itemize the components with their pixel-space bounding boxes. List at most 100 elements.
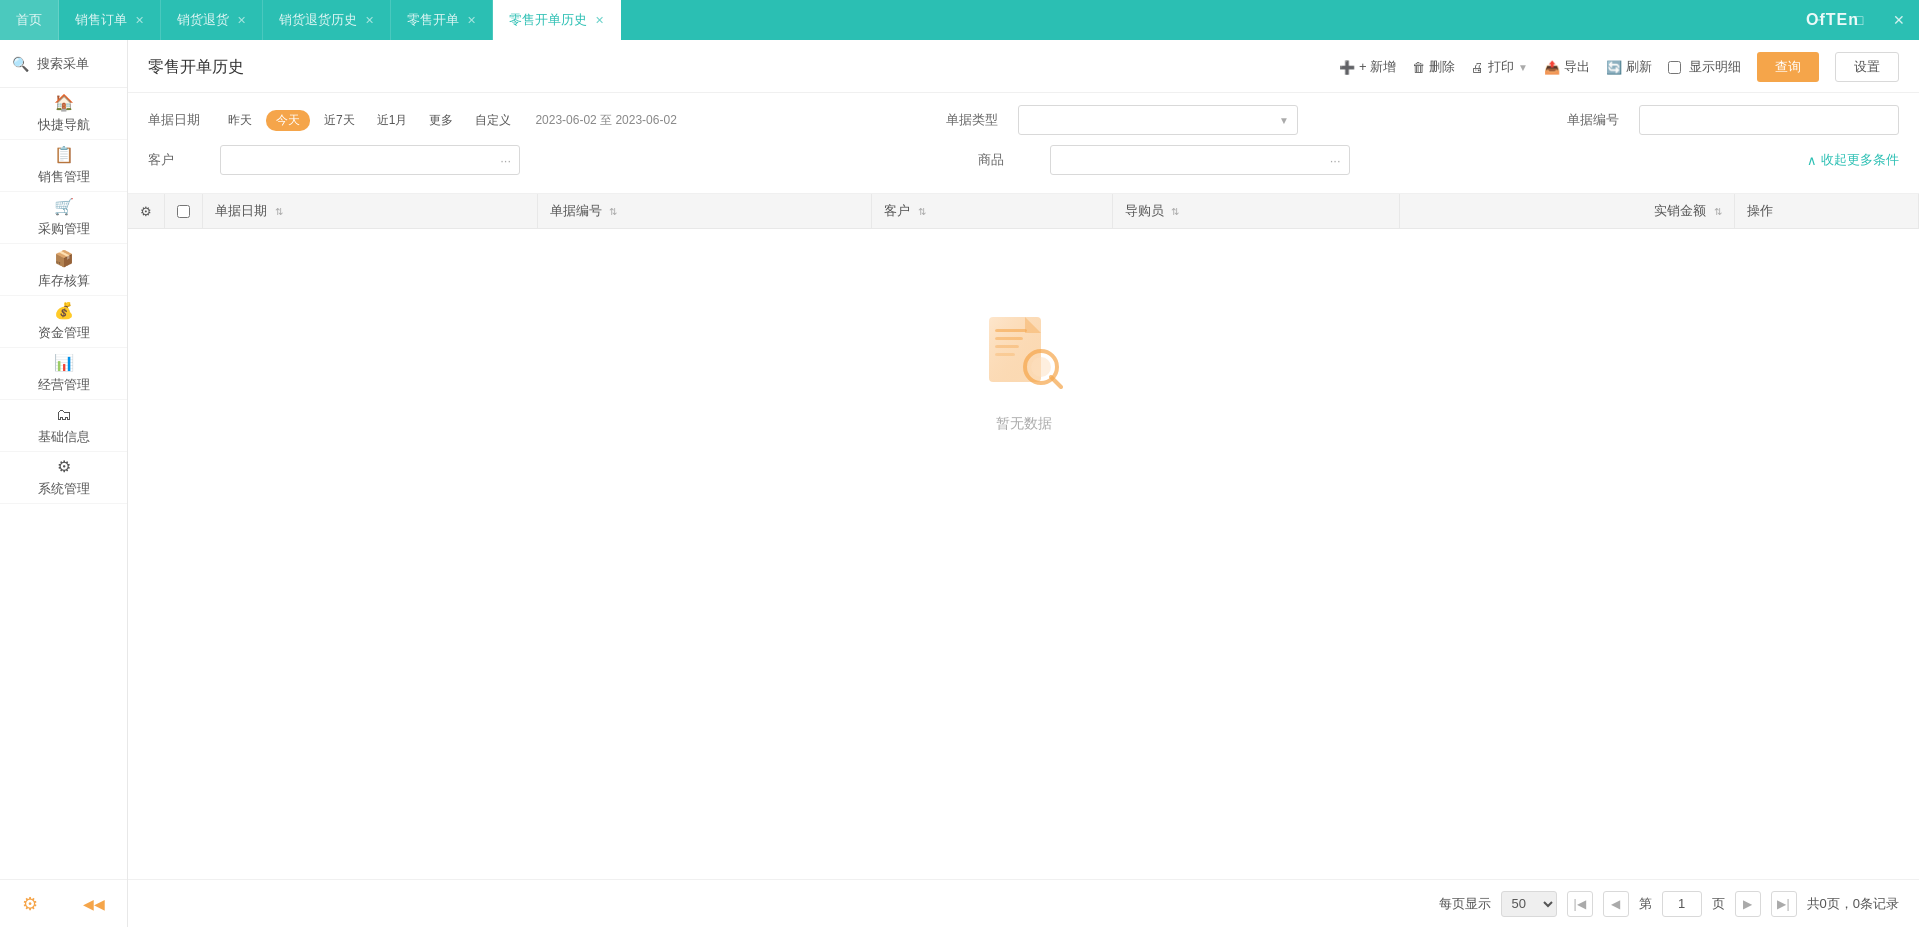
quick-nav-icon: 🏠 — [54, 93, 74, 112]
main-layout: 🔍 搜索采单 🏠 快捷导航 📋 销售管理 🛒 采购管理 📦 库存核算 💰 资金管… — [0, 40, 1919, 927]
query-button[interactable]: 查询 — [1757, 52, 1819, 82]
svg-point-7 — [1031, 357, 1051, 377]
sidebar-item-operations[interactable]: 📊 经营管理 — [0, 348, 127, 400]
sales-mgmt-icon: 📋 — [54, 145, 74, 164]
svg-rect-4 — [995, 353, 1015, 356]
date-opt-today[interactable]: 今天 — [266, 110, 310, 131]
print-label: 打印 — [1488, 58, 1514, 76]
tab-retail-history[interactable]: 零售开单历史 ✕ — [493, 0, 621, 40]
first-page-button[interactable]: |◀ — [1567, 891, 1593, 917]
sidebar-item-system[interactable]: ⚙ 系统管理 — [0, 452, 127, 504]
th-doc-date[interactable]: 单据日期 ⇅ — [203, 194, 538, 229]
tab-sales-order-label: 销售订单 — [75, 11, 127, 29]
collapse-sidebar-icon[interactable]: ◀◀ — [75, 888, 113, 920]
svg-line-8 — [1051, 377, 1061, 387]
minimize-button[interactable]: － — [1799, 0, 1839, 40]
tab-sales-order[interactable]: 销售订单 ✕ — [59, 0, 161, 40]
th-actual-amount[interactable]: 实销金额 ⇅ — [1400, 194, 1735, 229]
add-button[interactable]: ➕ + 新增 — [1339, 58, 1396, 76]
display-detail-checkbox[interactable] — [1668, 61, 1681, 74]
page-total-text: 共0页，0条记录 — [1807, 895, 1899, 913]
sidebar-item-label: 销售管理 — [38, 168, 90, 186]
sidebar-item-quick-nav[interactable]: 🏠 快捷导航 — [0, 88, 127, 140]
select-all-checkbox[interactable] — [177, 205, 190, 218]
tab-sales-return-history[interactable]: 销货退货历史 ✕ — [263, 0, 391, 40]
th-settings[interactable]: ⚙ — [128, 194, 165, 229]
toolbar: ➕ + 新增 🗑 删除 🖨 打印 ▼ 📤 导出 🔄 — [1339, 52, 1899, 82]
sidebar-item-label: 资金管理 — [38, 324, 90, 342]
th-checkbox[interactable] — [165, 194, 203, 229]
tab-sales-return-close[interactable]: ✕ — [237, 14, 246, 27]
close-button[interactable]: ✕ — [1879, 0, 1919, 40]
sort-amount-icon: ⇅ — [1714, 206, 1722, 217]
settings-button[interactable]: 设置 — [1835, 52, 1899, 82]
th-customer[interactable]: 客户 ⇅ — [872, 194, 1113, 229]
sidebar-item-sales-mgmt[interactable]: 📋 销售管理 — [0, 140, 127, 192]
page-header: 零售开单历史 ➕ + 新增 🗑 删除 🖨 打印 ▼ 📤 导出 — [128, 40, 1919, 93]
collapse-filter-label: 收起更多条件 — [1821, 151, 1899, 169]
top-bar: 首页 销售订单 ✕ 销货退货 ✕ 销货退货历史 ✕ 零售开单 ✕ 零售开单历史 … — [0, 0, 1919, 40]
display-detail-button[interactable]: 显示明细 — [1668, 58, 1741, 76]
delete-label: 删除 — [1429, 58, 1455, 76]
date-opt-custom[interactable]: 自定义 — [467, 110, 519, 131]
th-guide[interactable]: 导购员 ⇅ — [1112, 194, 1400, 229]
sidebar-item-label: 采购管理 — [38, 220, 90, 238]
th-doc-no[interactable]: 单据编号 ⇅ — [537, 194, 872, 229]
goods-dots-icon: ··· — [1330, 153, 1341, 168]
tab-sales-return[interactable]: 销货退货 ✕ — [161, 0, 263, 40]
doc-no-input[interactable] — [1639, 105, 1899, 135]
sidebar-item-purchase-mgmt[interactable]: 🛒 采购管理 — [0, 192, 127, 244]
doc-no-label: 单据编号 — [1567, 111, 1623, 129]
page-label-after: 页 — [1712, 895, 1725, 913]
date-opt-yesterday[interactable]: 昨天 — [220, 110, 260, 131]
tab-retail-history-close[interactable]: ✕ — [595, 14, 604, 27]
next-page-button[interactable]: ▶ — [1735, 891, 1761, 917]
per-page-select[interactable]: 50 100 200 — [1501, 891, 1557, 917]
sidebar-item-label: 经营管理 — [38, 376, 90, 394]
add-label: + 新增 — [1359, 58, 1396, 76]
date-opt-last-month[interactable]: 近1月 — [369, 110, 416, 131]
prev-page-button[interactable]: ◀ — [1603, 891, 1629, 917]
current-page-input[interactable] — [1662, 891, 1702, 917]
tab-retail-open-label: 零售开单 — [407, 11, 459, 29]
tab-retail-open-close[interactable]: ✕ — [467, 14, 476, 27]
export-button[interactable]: 📤 导出 — [1544, 58, 1590, 76]
sidebar-item-finance[interactable]: 💰 资金管理 — [0, 296, 127, 348]
last-page-button[interactable]: ▶| — [1771, 891, 1797, 917]
tab-home[interactable]: 首页 — [0, 0, 59, 40]
sidebar-search[interactable]: 🔍 搜索采单 — [0, 40, 127, 88]
customer-filter-label: 客户 — [148, 151, 204, 169]
refresh-button[interactable]: 🔄 刷新 — [1606, 58, 1652, 76]
tab-sales-return-history-label: 销货退货历史 — [279, 11, 357, 29]
print-icon: 🖨 — [1471, 60, 1484, 75]
delete-button[interactable]: 🗑 删除 — [1412, 58, 1455, 76]
search-icon: 🔍 — [12, 56, 29, 72]
customer-select[interactable]: ··· — [220, 145, 520, 175]
print-dropdown-icon: ▼ — [1518, 62, 1528, 73]
goods-filter-label: 商品 — [978, 151, 1034, 169]
maximize-button[interactable]: □ — [1839, 0, 1879, 40]
sidebar-item-basic-info[interactable]: 🗂 基础信息 — [0, 400, 127, 452]
sidebar-search-label: 搜索采单 — [37, 55, 89, 73]
date-opt-last7[interactable]: 近7天 — [316, 110, 363, 131]
date-opt-more[interactable]: 更多 — [421, 110, 461, 131]
date-options: 昨天 今天 近7天 近1月 更多 自定义 — [220, 110, 519, 131]
settings-gear-icon[interactable]: ⚙ — [14, 885, 46, 923]
refresh-label: 刷新 — [1626, 58, 1652, 76]
doc-type-select[interactable]: ▼ — [1018, 105, 1298, 135]
date-range-display: 2023-06-02 至 2023-06-02 — [535, 112, 676, 129]
sidebar-item-inventory[interactable]: 📦 库存核算 — [0, 244, 127, 296]
collapse-filter-button[interactable]: ∧ 收起更多条件 — [1807, 151, 1899, 169]
goods-select[interactable]: ··· — [1050, 145, 1350, 175]
print-button[interactable]: 🖨 打印 ▼ — [1471, 58, 1528, 76]
tab-sales-order-close[interactable]: ✕ — [135, 14, 144, 27]
column-settings-icon[interactable]: ⚙ — [140, 204, 152, 219]
svg-rect-2 — [995, 337, 1023, 340]
sidebar-item-label: 基础信息 — [38, 428, 90, 446]
tab-retail-open[interactable]: 零售开单 ✕ — [391, 0, 493, 40]
table-area: ⚙ 单据日期 ⇅ 单据编号 ⇅ — [128, 194, 1919, 879]
tab-sales-return-history-close[interactable]: ✕ — [365, 14, 374, 27]
collapse-up-icon: ∧ — [1807, 153, 1817, 168]
th-actual-amount-label: 实销金额 — [1654, 203, 1706, 218]
add-icon: ➕ — [1339, 60, 1355, 75]
